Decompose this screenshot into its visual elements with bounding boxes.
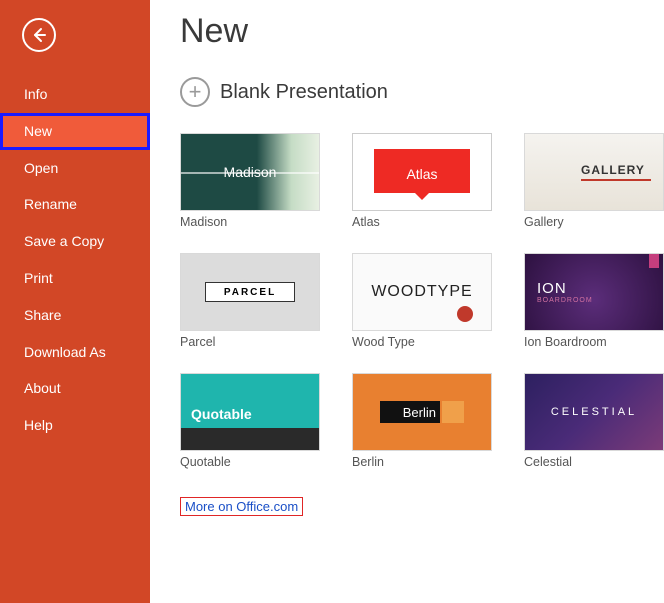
square-decoration — [442, 401, 464, 423]
sidebar-item-open[interactable]: Open — [0, 150, 150, 187]
template-caption: Ion Boardroom — [524, 335, 664, 349]
thumb-text: Berlin — [380, 401, 440, 423]
sidebar-item-info[interactable]: Info — [0, 76, 150, 113]
seal-icon — [457, 306, 473, 322]
template-berlin[interactable]: Berlin Berlin — [352, 373, 492, 469]
template-gallery[interactable]: GALLERY Gallery — [524, 133, 664, 229]
corner-decoration — [649, 254, 659, 268]
thumb-text: WOODTYPE — [371, 283, 472, 301]
plus-icon: + — [180, 77, 210, 107]
template-thumb: PARCEL — [180, 253, 320, 331]
template-ion-boardroom[interactable]: ION BOARDROOM Ion Boardroom — [524, 253, 664, 349]
template-atlas[interactable]: Atlas Atlas — [352, 133, 492, 229]
thumb-text: GALLERY — [581, 163, 651, 177]
nav-list: Info New Open Rename Save a Copy Print S… — [0, 76, 150, 444]
template-caption: Madison — [180, 215, 320, 229]
template-caption: Parcel — [180, 335, 320, 349]
thumb-text: Atlas — [406, 166, 437, 182]
template-celestial[interactable]: CELESTIAL Celestial — [524, 373, 664, 469]
template-caption: Wood Type — [352, 335, 492, 349]
blank-presentation-label: Blank Presentation — [220, 81, 388, 104]
template-caption: Quotable — [180, 455, 320, 469]
thumb-text: Madison — [224, 164, 277, 180]
template-woodtype[interactable]: WOODTYPE Wood Type — [352, 253, 492, 349]
template-parcel[interactable]: PARCEL Parcel — [180, 253, 320, 349]
page-title: New — [180, 12, 654, 51]
template-caption: Celestial — [524, 455, 664, 469]
sidebar-item-download-as[interactable]: Download As — [0, 334, 150, 371]
sidebar: Info New Open Rename Save a Copy Print S… — [0, 0, 150, 603]
blank-presentation-button[interactable]: + Blank Presentation — [180, 77, 654, 107]
more-on-office-link[interactable]: More on Office.com — [180, 497, 303, 516]
template-caption: Gallery — [524, 215, 664, 229]
template-quotable[interactable]: Quotable Quotable — [180, 373, 320, 469]
template-thumb: Berlin — [352, 373, 492, 451]
sidebar-item-about[interactable]: About — [0, 370, 150, 407]
thumb-text: ION — [537, 280, 567, 297]
back-arrow-icon — [30, 26, 48, 44]
template-thumb: GALLERY — [524, 133, 664, 211]
sidebar-item-new[interactable]: New — [0, 113, 150, 150]
bottom-band — [181, 428, 319, 450]
template-grid: Madison Madison Atlas Atlas GALLERY Gall… — [180, 133, 654, 469]
thumb-text: PARCEL — [205, 282, 295, 302]
sidebar-item-rename[interactable]: Rename — [0, 186, 150, 223]
sidebar-item-help[interactable]: Help — [0, 407, 150, 444]
underline-decoration — [581, 179, 651, 181]
template-thumb: Madison — [180, 133, 320, 211]
template-thumb: ION BOARDROOM — [524, 253, 664, 331]
template-thumb: WOODTYPE — [352, 253, 492, 331]
template-caption: Atlas — [352, 215, 492, 229]
template-madison[interactable]: Madison Madison — [180, 133, 320, 229]
template-thumb: CELESTIAL — [524, 373, 664, 451]
template-caption: Berlin — [352, 455, 492, 469]
sidebar-item-share[interactable]: Share — [0, 297, 150, 334]
sidebar-item-save-copy[interactable]: Save a Copy — [0, 223, 150, 260]
main-content: New + Blank Presentation Madison Madison… — [150, 0, 664, 603]
sidebar-item-print[interactable]: Print — [0, 260, 150, 297]
template-thumb: Quotable — [180, 373, 320, 451]
thumb-subtext: BOARDROOM — [537, 297, 593, 304]
thumb-text: CELESTIAL — [551, 406, 637, 418]
thumb-text: Quotable — [191, 406, 252, 422]
back-button[interactable] — [22, 18, 56, 52]
template-thumb: Atlas — [352, 133, 492, 211]
